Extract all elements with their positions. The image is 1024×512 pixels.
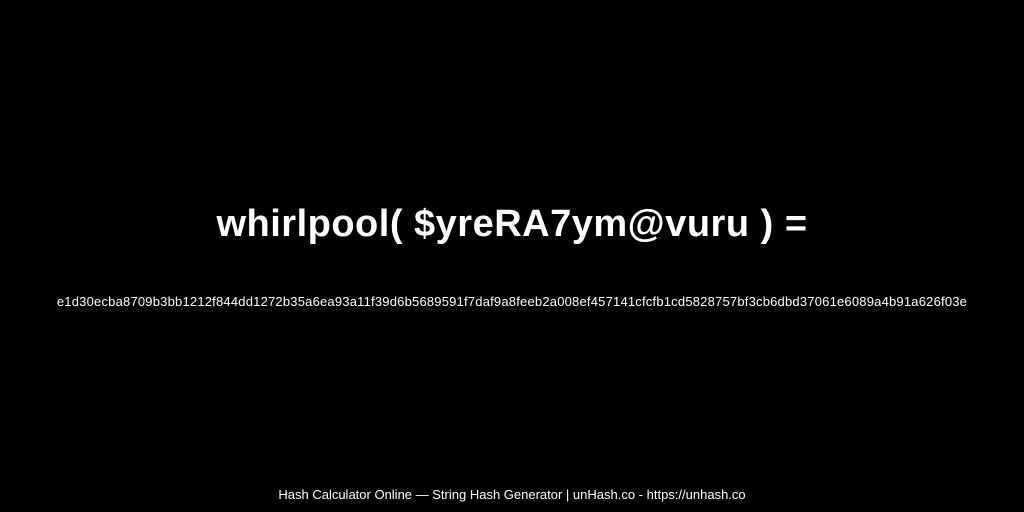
main-content: whirlpool( $yreRA7ym@vuru ) = e1d30ecba8…: [0, 0, 1024, 512]
hash-expression: whirlpool( $yreRA7ym@vuru ) =: [216, 203, 807, 246]
footer-text: Hash Calculator Online — String Hash Gen…: [0, 487, 1024, 502]
hash-output: e1d30ecba8709b3bb1212f844dd1272b35a6ea93…: [17, 294, 1007, 309]
